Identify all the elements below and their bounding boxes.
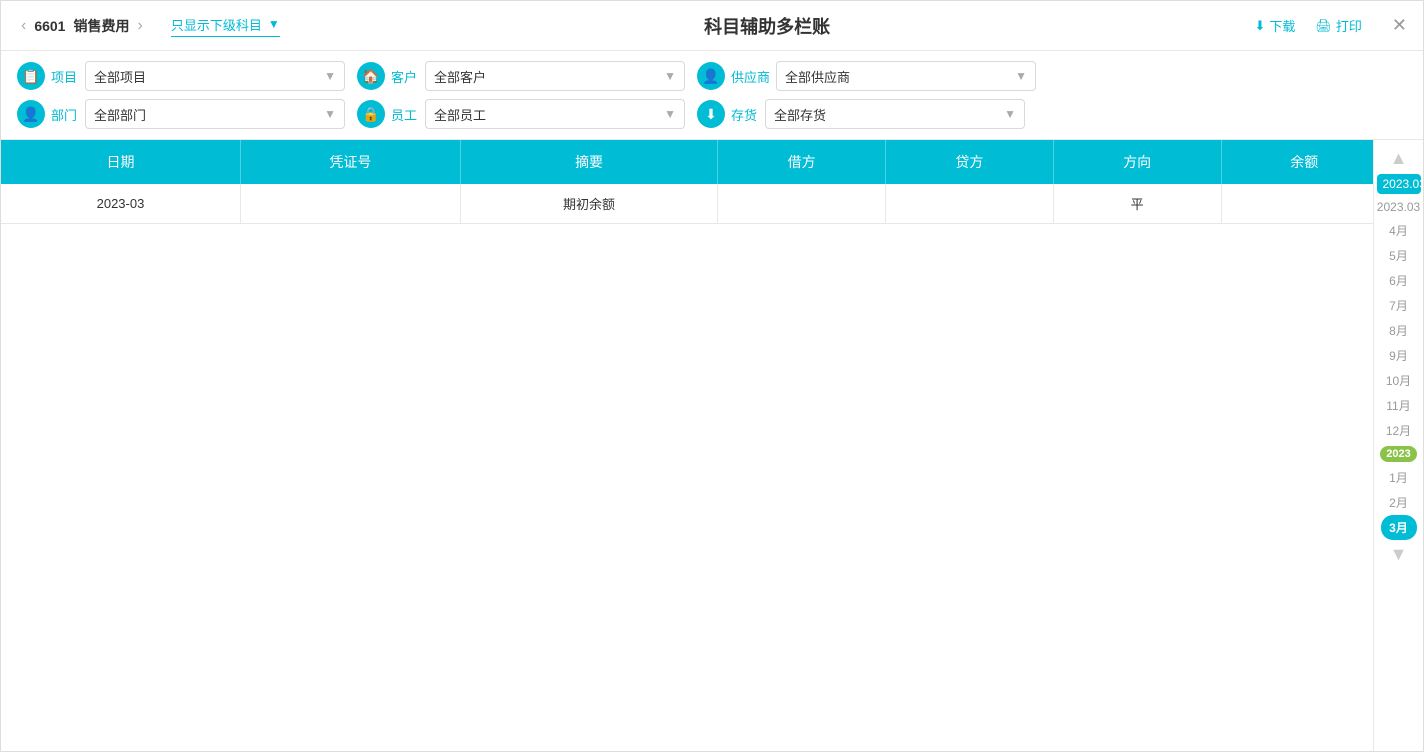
inventory-select[interactable]: 全部存货 ▼ [765,99,1025,129]
timeline-month-2[interactable]: 2月 [1374,490,1423,515]
top-bar: ‹ 6601 销售费用 › 只显示下级科目 ▼ 科目辅助多栏账 ⬇ 下载 🖨 打… [1,1,1423,51]
timeline-month-11[interactable]: 11月 [1374,393,1423,418]
data-table: 日期 凭证号 摘要 借方 贷方 方向 余额 2023-03 期初余额 [1,140,1387,224]
timeline-down-button[interactable]: ▼ [1385,540,1413,568]
project-select[interactable]: 全部项目 ▼ [85,61,345,91]
print-button[interactable]: 🖨 打印 [1315,16,1362,35]
inventory-value: 全部存货 [774,105,826,124]
nav-prev-arrow[interactable]: ‹ [17,17,30,35]
project-label: 项目 [51,67,79,86]
main-content: 日期 凭证号 摘要 借方 贷方 方向 余额 2023-03 期初余额 [1,140,1423,752]
filter-row-1: 📋 项目 全部项目 ▼ 🏠 客户 全部客户 ▼ 👤 供应商 [17,61,1407,91]
col-debit: 借方 [718,140,886,184]
employee-label: 员工 [391,105,419,124]
project-value: 全部项目 [94,67,146,86]
print-icon: 🖨 [1315,18,1332,34]
toolbar-right: ⬇ 下载 🖨 打印 ✕ [1254,15,1407,36]
timeline-month-12[interactable]: 12月 [1374,418,1423,443]
timeline-period-1[interactable]: 2023.03 [1377,174,1421,194]
print-label: 打印 [1336,16,1362,35]
table-container: 日期 凭证号 摘要 借方 贷方 方向 余额 2023-03 期初余额 [1,140,1387,752]
account-code: 6601 [34,18,65,34]
timeline-month-1[interactable]: 1月 [1374,465,1423,490]
customer-label: 客户 [391,67,419,86]
only-sub-toggle[interactable]: 只显示下级科目 ▼ [171,15,280,37]
dept-select[interactable]: 全部部门 ▼ [85,99,345,129]
dept-icon: 👤 [17,100,45,128]
timeline-month-10[interactable]: 10月 [1374,368,1423,393]
filter-row-2: 👤 部门 全部部门 ▼ 🔒 员工 全部员工 ▼ ⬇ 存货 [17,99,1407,129]
project-dropdown-icon: ▼ [324,69,336,83]
col-balance: 余额 [1221,140,1387,184]
filter-item-dept: 👤 部门 全部部门 ▼ [17,99,345,129]
customer-icon: 🏠 [357,62,385,90]
project-icon: 📋 [17,62,45,90]
download-icon: ⬇ [1254,18,1265,34]
timeline-up-button[interactable]: ▲ [1385,144,1413,172]
cell-debit [718,184,886,224]
cell-date: 2023-03 [1,184,240,224]
inventory-icon: ⬇ [697,100,725,128]
timeline-month-7[interactable]: 7月 [1374,293,1423,318]
supplier-dropdown-icon: ▼ [1015,69,1027,83]
filter-item-project: 📋 项目 全部项目 ▼ [17,61,345,91]
customer-value: 全部客户 [434,67,486,86]
account-name: 销售费用 [73,16,129,36]
cell-credit [885,184,1053,224]
timeline-month-5[interactable]: 5月 [1374,243,1423,268]
inventory-dropdown-icon: ▼ [1004,107,1016,121]
customer-dropdown-icon: ▼ [664,69,676,83]
timeline-period-2[interactable]: 2023.03 [1374,196,1423,218]
dept-dropdown-icon: ▼ [324,107,336,121]
cell-direction: 平 [1053,184,1221,224]
timeline-month-6[interactable]: 6月 [1374,268,1423,293]
download-button[interactable]: ⬇ 下载 [1254,16,1295,35]
filter-area: 📋 项目 全部项目 ▼ 🏠 客户 全部客户 ▼ 👤 供应商 [1,51,1423,140]
cell-balance [1221,184,1387,224]
table-header-row: 日期 凭证号 摘要 借方 贷方 方向 余额 [1,140,1387,184]
timeline-month-9[interactable]: 9月 [1374,343,1423,368]
timeline-year-badge[interactable]: 2023 [1380,446,1416,462]
inventory-label: 存货 [731,105,759,124]
supplier-label: 供应商 [731,67,770,86]
timeline-month-3-active[interactable]: 3月 [1381,515,1417,540]
col-credit: 贷方 [885,140,1053,184]
timeline-month-4[interactable]: 4月 [1374,218,1423,243]
col-direction: 方向 [1053,140,1221,184]
col-voucher: 凭证号 [240,140,460,184]
dept-value: 全部部门 [94,105,146,124]
cell-summary: 期初余额 [460,184,717,224]
employee-dropdown-icon: ▼ [664,107,676,121]
employee-value: 全部员工 [434,105,486,124]
dept-label: 部门 [51,105,79,124]
table-row: 2023-03 期初余额 平 [1,184,1387,224]
only-sub-arrow-icon: ▼ [268,17,280,31]
col-date: 日期 [1,140,240,184]
page-title: 科目辅助多栏账 [280,13,1255,39]
cell-voucher [240,184,460,224]
timeline-month-8[interactable]: 8月 [1374,318,1423,343]
side-timeline: ▲ 2023.03 2023.03 4月 5月 6月 7月 8月 9月 10月 … [1373,140,1423,752]
customer-select[interactable]: 全部客户 ▼ [425,61,685,91]
employee-select[interactable]: 全部员工 ▼ [425,99,685,129]
nav-next-arrow[interactable]: › [133,17,146,35]
filter-item-customer: 🏠 客户 全部客户 ▼ [357,61,685,91]
close-button[interactable]: ✕ [1392,15,1407,36]
only-sub-label: 只显示下级科目 [171,15,262,34]
download-label: 下载 [1269,16,1295,35]
filter-item-supplier: 👤 供应商 全部供应商 ▼ [697,61,1036,91]
filter-item-inventory: ⬇ 存货 全部存货 ▼ [697,99,1025,129]
supplier-icon: 👤 [697,62,725,90]
filter-item-employee: 🔒 员工 全部员工 ▼ [357,99,685,129]
col-summary: 摘要 [460,140,717,184]
supplier-select[interactable]: 全部供应商 ▼ [776,61,1036,91]
main-window: ‹ 6601 销售费用 › 只显示下级科目 ▼ 科目辅助多栏账 ⬇ 下载 🖨 打… [0,0,1424,752]
employee-icon: 🔒 [357,100,385,128]
supplier-value: 全部供应商 [785,67,850,86]
